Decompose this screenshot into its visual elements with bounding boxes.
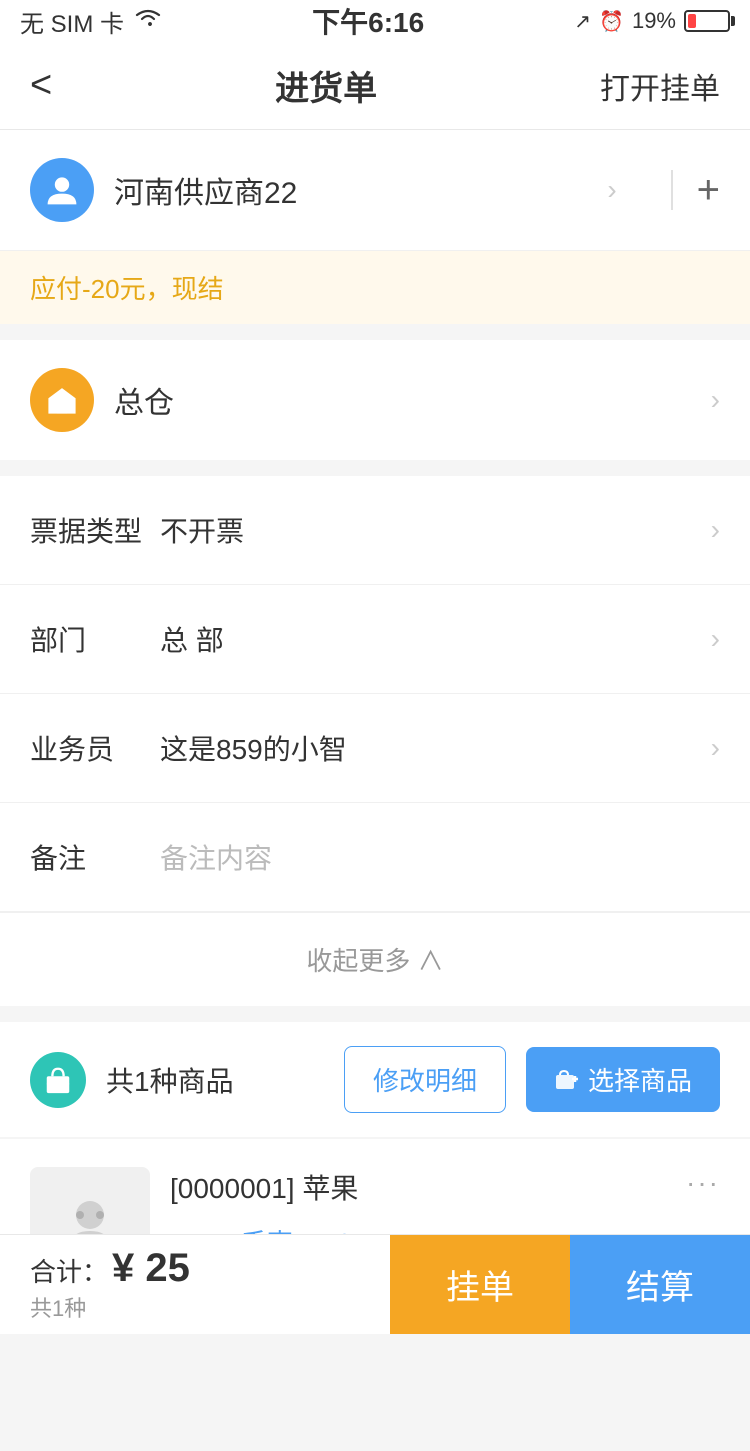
hang-label: 挂单 [446,1260,514,1309]
remark-row[interactable]: 备注 备注内容 [0,803,750,912]
salesperson-label: 业务员 [30,728,160,768]
warehouse-name: 总仓 [114,378,711,422]
product-code: [0000001] 苹果 [170,1173,358,1204]
status-left: 无 SIM 卡 [20,4,162,39]
ticket-type-value: 不开票 [160,510,711,550]
status-right: ↗ ⏰ 19% [574,8,730,34]
hang-button[interactable]: 挂单 [390,1235,570,1334]
total-section: 合计： ¥ 25 共1种 [0,1235,390,1334]
ticket-type-label: 票据类型 [30,510,160,550]
product-name: [0000001] 苹果 [170,1167,666,1207]
carrier-label: 无 SIM 卡 [20,4,124,39]
department-value: 总 部 [160,619,711,659]
status-bar: 无 SIM 卡 下午6:16 ↗ ⏰ 19% [0,0,750,42]
product-count-icon-wrap [30,1052,86,1108]
product-more-button[interactable]: ··· [686,1167,720,1199]
select-product-button[interactable]: 选择商品 [526,1047,720,1112]
collapse-button[interactable]: 收起更多 ∧ [0,912,750,1006]
warehouse-icon [45,383,79,417]
department-label: 部门 [30,619,160,659]
open-hang-button[interactable]: 打开挂单 [600,64,720,108]
department-chevron: › [711,623,720,655]
battery-percent: 19% [632,8,676,34]
person-icon [44,172,80,208]
form-card: 票据类型 不开票 › 部门 总 部 › 业务员 这是859的小智 › 备注 备注… [0,476,750,1006]
total-amount: ¥ 25 [112,1246,190,1291]
location-icon: ↗ [574,9,591,34]
warehouse-icon-wrap [30,368,94,432]
nav-bar: < 进货单 打开挂单 [0,42,750,130]
department-row[interactable]: 部门 总 部 › [0,585,750,694]
supplier-name: 河南供应商22 [114,168,607,212]
wifi-icon [134,7,162,35]
warehouse-row[interactable]: 总仓 › [0,340,750,460]
chevron-right-icon: › [607,174,616,206]
total-sub: 共1种 [30,1291,390,1323]
remark-placeholder[interactable]: 备注内容 [160,837,720,877]
page-title: 进货单 [275,61,377,110]
settle-label: 结算 [626,1260,694,1309]
settle-button[interactable]: 结算 [570,1235,750,1334]
notice-bar: 应付-20元，现结 [0,251,750,324]
warehouse-chevron-icon: › [711,384,720,416]
total-label: 合计： [30,1252,108,1289]
edit-detail-button[interactable]: 修改明细 [344,1046,506,1113]
notice-text: 应付-20元，现结 [30,274,224,304]
ticket-type-chevron: › [711,514,720,546]
back-button[interactable]: < [30,64,52,107]
bag-icon [43,1065,73,1095]
supplier-avatar [30,158,94,222]
battery-icon [684,10,730,32]
add-supplier-button[interactable]: + [697,168,720,213]
product-header: 共1种商品 修改明细 选择商品 [0,1022,750,1137]
product-count-text: 共1种商品 [106,1060,324,1100]
ticket-type-row[interactable]: 票据类型 不开票 › [0,476,750,585]
salesperson-value: 这是859的小智 [160,728,711,768]
bottom-bar: 合计： ¥ 25 共1种 挂单 结算 [0,1234,750,1334]
cart-icon [554,1069,580,1091]
alarm-icon: ⏰ [599,9,624,34]
select-product-label: 选择商品 [588,1061,692,1098]
supplier-divider [671,170,673,210]
collapse-label: 收起更多 ∧ [306,946,443,976]
status-time: 下午6:16 [312,1,424,41]
remark-label: 备注 [30,837,160,877]
supplier-card: 河南供应商22 › + 应付-20元，现结 [0,130,750,324]
salesperson-row[interactable]: 业务员 这是859的小智 › [0,694,750,803]
supplier-row[interactable]: 河南供应商22 › + [0,130,750,251]
salesperson-chevron: › [711,732,720,764]
